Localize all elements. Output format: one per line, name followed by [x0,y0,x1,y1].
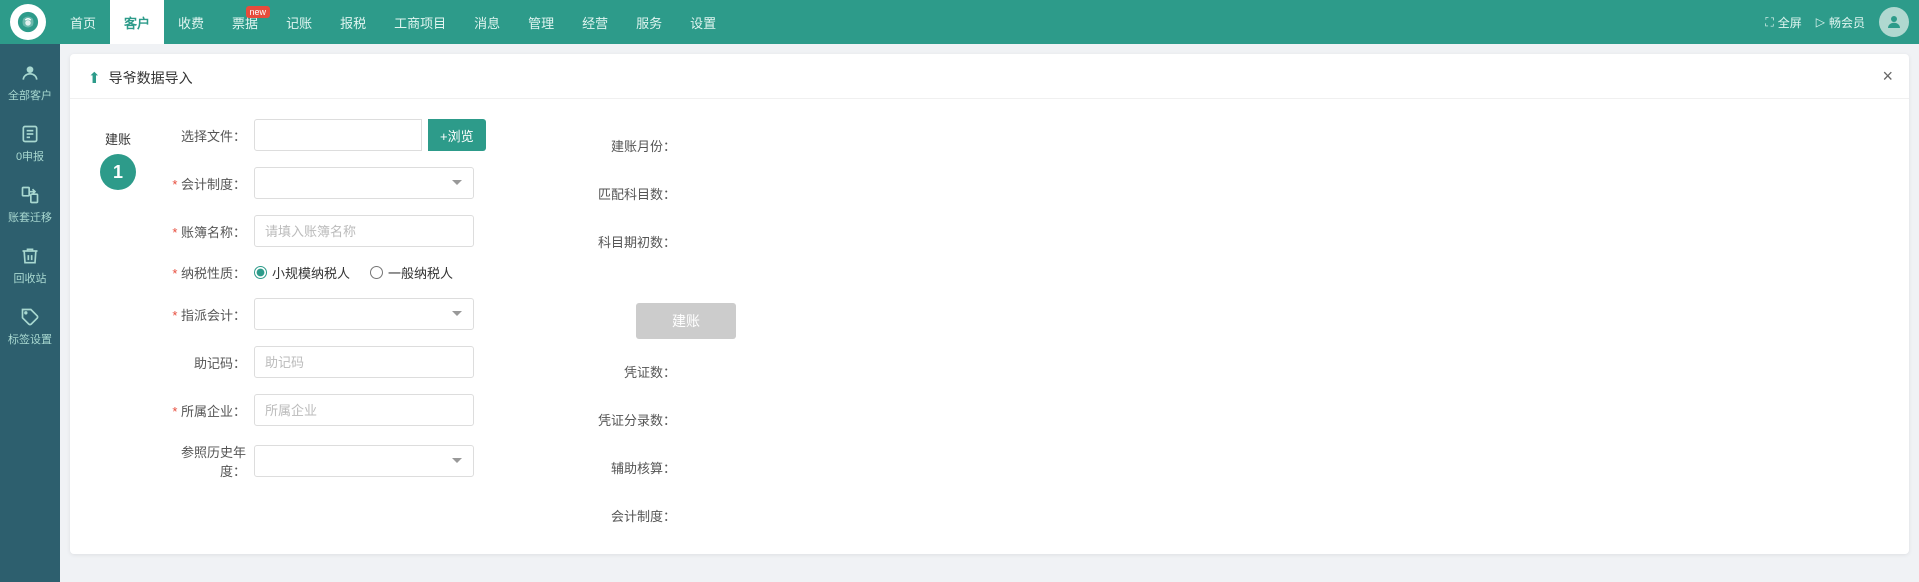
step-indicator: 建账 1 [100,119,136,531]
layout: 全部客户 0申报 账套迁移 [0,44,1919,582]
sidebar-item-tag-settings[interactable]: 标签设置 [0,298,60,355]
step-label: 建账 [105,129,131,148]
assign-row: 指派会计： [166,298,546,330]
auxiliary-label: 辅助核算： [586,458,676,477]
nav-right: ⛶ 全屏 ▷ 畅会员 [1765,7,1909,37]
radio-small-input[interactable] [254,266,267,279]
file-input-group: +浏览 [254,119,486,151]
vip-button[interactable]: ▷ 畅会员 [1816,14,1865,31]
form-fields: 选择文件： +浏览 会计制度： [166,119,546,531]
vip-icon: ▷ [1816,15,1825,29]
file-text-input[interactable] [254,119,422,151]
ledger-label: 账簿名称： [166,222,246,241]
panel-header: ⬆ 导爷数据导入 × [70,54,1909,99]
accounting-label: 会计制度： [166,174,246,193]
history-row: 参照历史年度： [166,442,546,480]
transfer-icon [19,184,41,206]
recycle-icon [19,245,41,267]
top-nav: 首页 客户 收费 票据 new 记账 报税 工商项目 消息 管理 经营 服务 设… [0,0,1919,44]
sidebar: 全部客户 0申报 账套迁移 [0,44,60,582]
nav-customer[interactable]: 客户 [110,0,164,44]
info-voucher-count: 凭证数： [586,355,786,387]
company-input[interactable] [254,394,474,426]
company-label: 所属企业： [166,401,246,420]
build-month-label: 建账月份： [586,136,676,155]
memo-row: 助记码： [166,346,546,378]
fullscreen-icon: ⛶ [1765,15,1773,30]
nav-operation[interactable]: 经营 [568,0,622,44]
memo-input[interactable] [254,346,474,378]
nav-service[interactable]: 服务 [622,0,676,44]
sidebar-item-account-transfer[interactable]: 账套迁移 [0,176,60,233]
radio-general-taxpayer[interactable]: 一般纳税人 [370,263,453,282]
sidebar-item-declaration[interactable]: 0申报 [0,115,60,172]
nav-items: 首页 客户 收费 票据 new 记账 报税 工商项目 消息 管理 经营 服务 设… [56,0,1765,44]
vip-label: 畅会员 [1829,14,1865,31]
nav-invoice[interactable]: 票据 new [218,0,272,44]
radio-general-input[interactable] [370,266,383,279]
nav-message[interactable]: 消息 [460,0,514,44]
radio-small-taxpayer[interactable]: 小规模纳税人 [254,263,350,282]
info-voucher-entries: 凭证分录数： [586,403,786,435]
info-init-balance: 科目期初数： [586,225,786,257]
info-build-month: 建账月份： [586,129,786,161]
init-balance-label: 科目期初数： [586,232,676,251]
assign-label: 指派会计： [166,305,246,324]
browse-button[interactable]: +浏览 [428,119,486,151]
close-button[interactable]: × [1882,66,1893,87]
nav-bookkeeping[interactable]: 记账 [272,0,326,44]
form-container: 建账 1 选择文件： +浏览 会计制度： [70,99,1909,551]
radio-small-label: 小规模纳税人 [272,263,350,282]
right-info-panel: 建账月份： 匹配科目数： 科目期初数： 建账 [586,119,786,531]
info-accounting-system: 会计制度： [586,499,786,531]
company-row: 所属企业： [166,394,546,426]
fullscreen-button[interactable]: ⛶ 全屏 [1765,14,1801,31]
sidebar-item-all-customers[interactable]: 全部客户 [0,54,60,111]
declaration-icon [19,123,41,145]
person-icon [19,62,41,84]
accounting-row: 会计制度： [166,167,546,199]
nav-home[interactable]: 首页 [56,0,110,44]
nav-tax[interactable]: 报税 [326,0,380,44]
history-select[interactable] [254,445,474,477]
build-btn-area: 建账 [586,283,786,339]
voucher-count-label: 凭证数： [586,362,676,381]
ledger-row: 账簿名称： [166,215,546,247]
sidebar-item-recycle[interactable]: 回收站 [0,237,60,294]
main-content: ⬆ 导爷数据导入 × 建账 1 选择文件： [60,44,1919,582]
info-match-accounts: 匹配科目数： [586,177,786,209]
history-label: 参照历史年度： [166,442,246,480]
match-accounts-label: 匹配科目数： [586,184,676,203]
assign-select[interactable] [254,298,474,330]
panel-title: 导爷数据导入 [109,68,193,88]
tag-icon [19,306,41,328]
memo-label: 助记码： [166,353,246,372]
tax-label: 纳税性质： [166,263,246,282]
panel: ⬆ 导爷数据导入 × 建账 1 选择文件： [70,54,1909,554]
nav-business[interactable]: 工商项目 [380,0,460,44]
logo[interactable] [10,4,46,40]
voucher-entries-label: 凭证分录数： [586,410,676,429]
ledger-input[interactable] [254,215,474,247]
nav-manage[interactable]: 管理 [514,0,568,44]
fullscreen-label: 全屏 [1778,14,1802,31]
nav-settings[interactable]: 设置 [676,0,730,44]
tax-row: 纳税性质： 小规模纳税人 一般纳税人 [166,263,546,282]
upload-icon: ⬆ [88,69,101,87]
radio-general-label: 一般纳税人 [388,263,453,282]
tax-radio-group: 小规模纳税人 一般纳税人 [254,263,453,282]
file-row: 选择文件： +浏览 [166,119,546,151]
new-badge: new [246,6,271,18]
file-label: 选择文件： [166,126,246,145]
avatar[interactable] [1879,7,1909,37]
build-button[interactable]: 建账 [636,303,736,339]
nav-fee[interactable]: 收费 [164,0,218,44]
step-circle: 1 [100,154,136,190]
info-auxiliary: 辅助核算： [586,451,786,483]
accounting-system-label: 会计制度： [586,506,676,525]
accounting-select[interactable] [254,167,474,199]
